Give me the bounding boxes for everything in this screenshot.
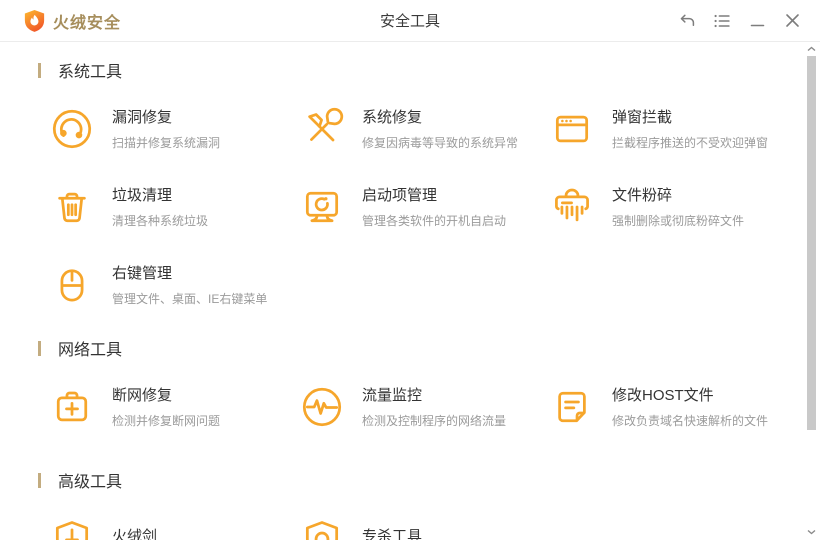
shield-sword-icon [50, 517, 94, 540]
tool-item-huorong-sword[interactable]: 火绒剑 [50, 516, 300, 540]
document-lines-icon [550, 385, 594, 429]
tool-item-file-shredder[interactable]: 文件粉碎 强制删除或彻底粉碎文件 [550, 184, 800, 229]
tool-item-network-repair[interactable]: 断网修复 检测并修复断网问题 [50, 384, 300, 429]
tool-item-modify-host-file[interactable]: 修改HOST文件 修改负责域名快速解析的文件 [550, 384, 800, 429]
shield-virus-icon [300, 517, 344, 540]
tool-title: 右键管理 [112, 265, 173, 282]
tool-item-traffic-monitor[interactable]: 流量监控 检测及控制程序的网络流量 [300, 384, 550, 429]
tools-grid: 断网修复 检测并修复断网问题 流量监控 检测及控制程序的网络流量 修改HOST文… [50, 384, 790, 429]
scrollbar[interactable] [805, 43, 818, 540]
tool-title: 修改HOST文件 [612, 387, 714, 404]
tool-desc: 检测及控制程序的网络流量 [362, 414, 507, 428]
section-accent-bar [38, 472, 41, 488]
titlebar: 火绒安全 安全工具 [0, 0, 820, 42]
mouse-icon [50, 263, 94, 307]
tool-title: 弹窗拦截 [612, 109, 673, 126]
tool-item-context-menu-manager[interactable]: 右键管理 管理文件、桌面、IE右键菜单 [50, 262, 300, 307]
popup-window-icon [550, 107, 594, 151]
crossed-tools-icon [300, 107, 344, 151]
tools-page: 系统工具 漏洞修复 扫描并修复系统漏洞 系统修复 修复因病毒等导致的系统异常 弹… [0, 42, 820, 540]
back-icon[interactable] [677, 11, 697, 31]
close-icon[interactable] [782, 11, 802, 31]
tool-title: 垃圾清理 [112, 187, 173, 204]
scroll-up-arrow[interactable] [805, 43, 818, 55]
tool-desc: 扫描并修复系统漏洞 [112, 136, 221, 150]
trash-can-icon [50, 185, 94, 229]
tool-title: 漏洞修复 [112, 109, 173, 126]
section-accent-bar [38, 62, 41, 78]
tool-desc: 拦截程序推送的不受欢迎弹窗 [612, 136, 769, 150]
tool-title: 文件粉碎 [612, 187, 673, 204]
tool-desc: 清理各种系统垃圾 [112, 214, 209, 228]
section-header: 系统工具 [38, 62, 790, 81]
tool-desc: 管理各类软件的开机自启动 [362, 214, 507, 228]
tool-title: 流量监控 [362, 387, 423, 404]
tool-desc: 强制删除或彻底粉碎文件 [612, 214, 745, 228]
app-name: 火绒安全 [53, 14, 122, 32]
section-header: 网络工具 [38, 340, 790, 359]
tool-item-vulnerability-fix[interactable]: 漏洞修复 扫描并修复系统漏洞 [50, 106, 300, 151]
tool-item-special-killing-tools[interactable]: 专杀工具 [300, 516, 550, 540]
brand: 火绒安全 [24, 9, 121, 33]
app-window: 火绒安全 安全工具 系统工具 漏洞修复 扫描并修复系统漏洞 系统修复 修复因病毒… [0, 0, 820, 540]
tool-title: 专杀工具 [362, 527, 423, 540]
scroll-down-arrow[interactable] [805, 526, 818, 538]
shredder-icon [550, 185, 594, 229]
tools-grid: 漏洞修复 扫描并修复系统漏洞 系统修复 修复因病毒等导致的系统异常 弹窗拦截 拦… [50, 106, 790, 307]
scrollbar-thumb[interactable] [807, 56, 816, 430]
tool-title: 启动项管理 [362, 187, 438, 204]
app-logo-icon [24, 10, 45, 32]
tool-item-system-repair[interactable]: 系统修复 修复因病毒等导致的系统异常 [300, 106, 550, 151]
minimize-icon[interactable] [747, 11, 767, 31]
monitor-power-icon [300, 185, 344, 229]
vulnerability-scan-icon [50, 107, 94, 151]
section-system-tools: 系统工具 漏洞修复 扫描并修复系统漏洞 系统修复 修复因病毒等导致的系统异常 弹… [38, 62, 790, 307]
tool-item-popup-blocker[interactable]: 弹窗拦截 拦截程序推送的不受欢迎弹窗 [550, 106, 800, 151]
tool-desc: 修改负责域名快速解析的文件 [612, 414, 769, 428]
menu-list-icon[interactable] [712, 11, 732, 31]
tools-grid: 火绒剑 专杀工具 [50, 516, 790, 540]
tool-title: 火绒剑 [112, 527, 158, 540]
tool-title: 系统修复 [362, 109, 423, 126]
tool-item-junk-clean[interactable]: 垃圾清理 清理各种系统垃圾 [50, 184, 300, 229]
section-network-tools: 网络工具 断网修复 检测并修复断网问题 流量监控 检测及控制程序的网络流量 修改… [38, 340, 790, 429]
first-aid-kit-icon [50, 385, 94, 429]
tool-desc: 检测并修复断网问题 [112, 414, 221, 428]
section-header: 高级工具 [38, 472, 790, 491]
tool-item-startup-manager[interactable]: 启动项管理 管理各类软件的开机自启动 [300, 184, 550, 229]
tool-title: 断网修复 [112, 387, 173, 404]
section-accent-bar [38, 340, 41, 356]
tool-desc: 修复因病毒等导致的系统异常 [362, 136, 519, 150]
pulse-gauge-icon [300, 385, 344, 429]
section-advanced-tools: 高级工具 火绒剑 专杀工具 [38, 472, 790, 540]
window-controls [677, 11, 802, 31]
tool-desc: 管理文件、桌面、IE右键菜单 [112, 292, 268, 306]
